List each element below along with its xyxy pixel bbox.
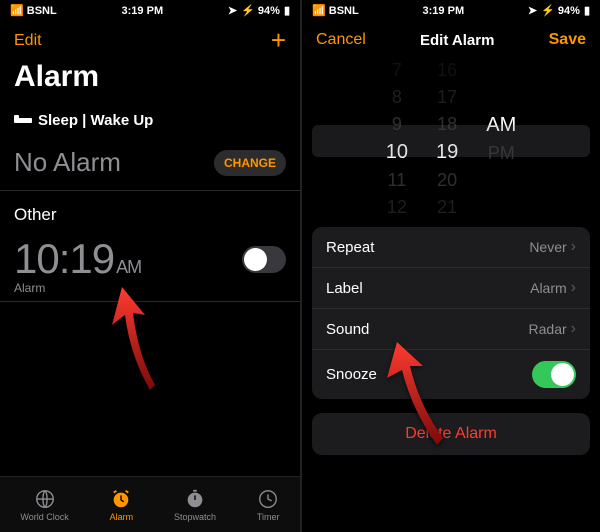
battery-percent: ⚡ 94% (541, 4, 580, 17)
chevron-right-icon: › (571, 238, 576, 256)
delete-alarm-button[interactable]: Delete Alarm (312, 413, 590, 455)
alarm-label: Alarm (14, 281, 286, 295)
snooze-toggle[interactable] (532, 361, 576, 388)
alarm-options-list: Repeat Never› Label Alarm› Sound Radar› … (312, 227, 590, 399)
sleep-alarm-row: No Alarm CHANGE (0, 139, 300, 191)
status-time: 3:19 PM (122, 5, 164, 17)
no-alarm-text: No Alarm (14, 147, 121, 178)
location-icon: ➤ (528, 4, 537, 17)
modal-nav: Cancel Edit Alarm Save (302, 21, 600, 59)
change-button[interactable]: CHANGE (214, 150, 286, 176)
status-right: ➤ ⚡ 94% ▮ (528, 4, 590, 17)
cancel-button[interactable]: Cancel (316, 31, 366, 49)
status-bar: 📶 BSNL 3:19 PM ➤ ⚡ 94% ▮ (0, 0, 300, 21)
add-alarm-button[interactable]: + (271, 25, 286, 56)
battery-icon: ▮ (284, 4, 290, 17)
chevron-right-icon: › (571, 279, 576, 297)
modal-title: Edit Alarm (420, 32, 494, 49)
battery-icon: ▮ (584, 4, 590, 17)
location-icon: ➤ (228, 4, 237, 17)
save-button[interactable]: Save (549, 31, 586, 49)
label-row[interactable]: Label Alarm› (312, 268, 590, 309)
time-picker[interactable]: 7 8 9 10 11 12 16 17 18 19 20 21 AM PM (302, 59, 600, 219)
nav-row: Edit + (0, 21, 300, 56)
tab-bar: World Clock Alarm Stopwatch Timer (0, 476, 300, 532)
carrier: 📶 BSNL (312, 4, 359, 17)
edit-button[interactable]: Edit (14, 32, 42, 50)
snooze-row: Snooze (312, 350, 590, 399)
alarm-time: 10:19AM (14, 235, 141, 283)
other-section-header: Other (0, 191, 300, 229)
sound-row[interactable]: Sound Radar› (312, 309, 590, 350)
repeat-row[interactable]: Repeat Never› (312, 227, 590, 268)
status-time: 3:19 PM (423, 5, 465, 17)
tab-alarm[interactable]: Alarm (110, 488, 134, 522)
tab-world-clock[interactable]: World Clock (20, 488, 68, 522)
alarm-toggle[interactable] (242, 246, 286, 273)
chevron-right-icon: › (571, 320, 576, 338)
battery-percent: ⚡ 94% (241, 4, 280, 17)
sleep-section-header: Sleep | Wake Up (0, 102, 300, 139)
status-bar: 📶 BSNL 3:19 PM ➤ ⚡ 94% ▮ (302, 0, 600, 21)
status-right: ➤ ⚡ 94% ▮ (228, 4, 290, 17)
edit-alarm-screen: 📶 BSNL 3:19 PM ➤ ⚡ 94% ▮ Cancel Edit Ala… (300, 0, 600, 532)
alarm-entry[interactable]: 10:19AM Alarm (0, 229, 300, 302)
alarm-list-screen: 📶 BSNL 3:19 PM ➤ ⚡ 94% ▮ Edit + Alarm Sl… (0, 0, 300, 532)
tab-stopwatch[interactable]: Stopwatch (174, 488, 216, 522)
page-title: Alarm (0, 56, 300, 102)
bed-icon (14, 111, 38, 130)
tab-timer[interactable]: Timer (257, 488, 280, 522)
carrier: 📶 BSNL (10, 4, 57, 17)
